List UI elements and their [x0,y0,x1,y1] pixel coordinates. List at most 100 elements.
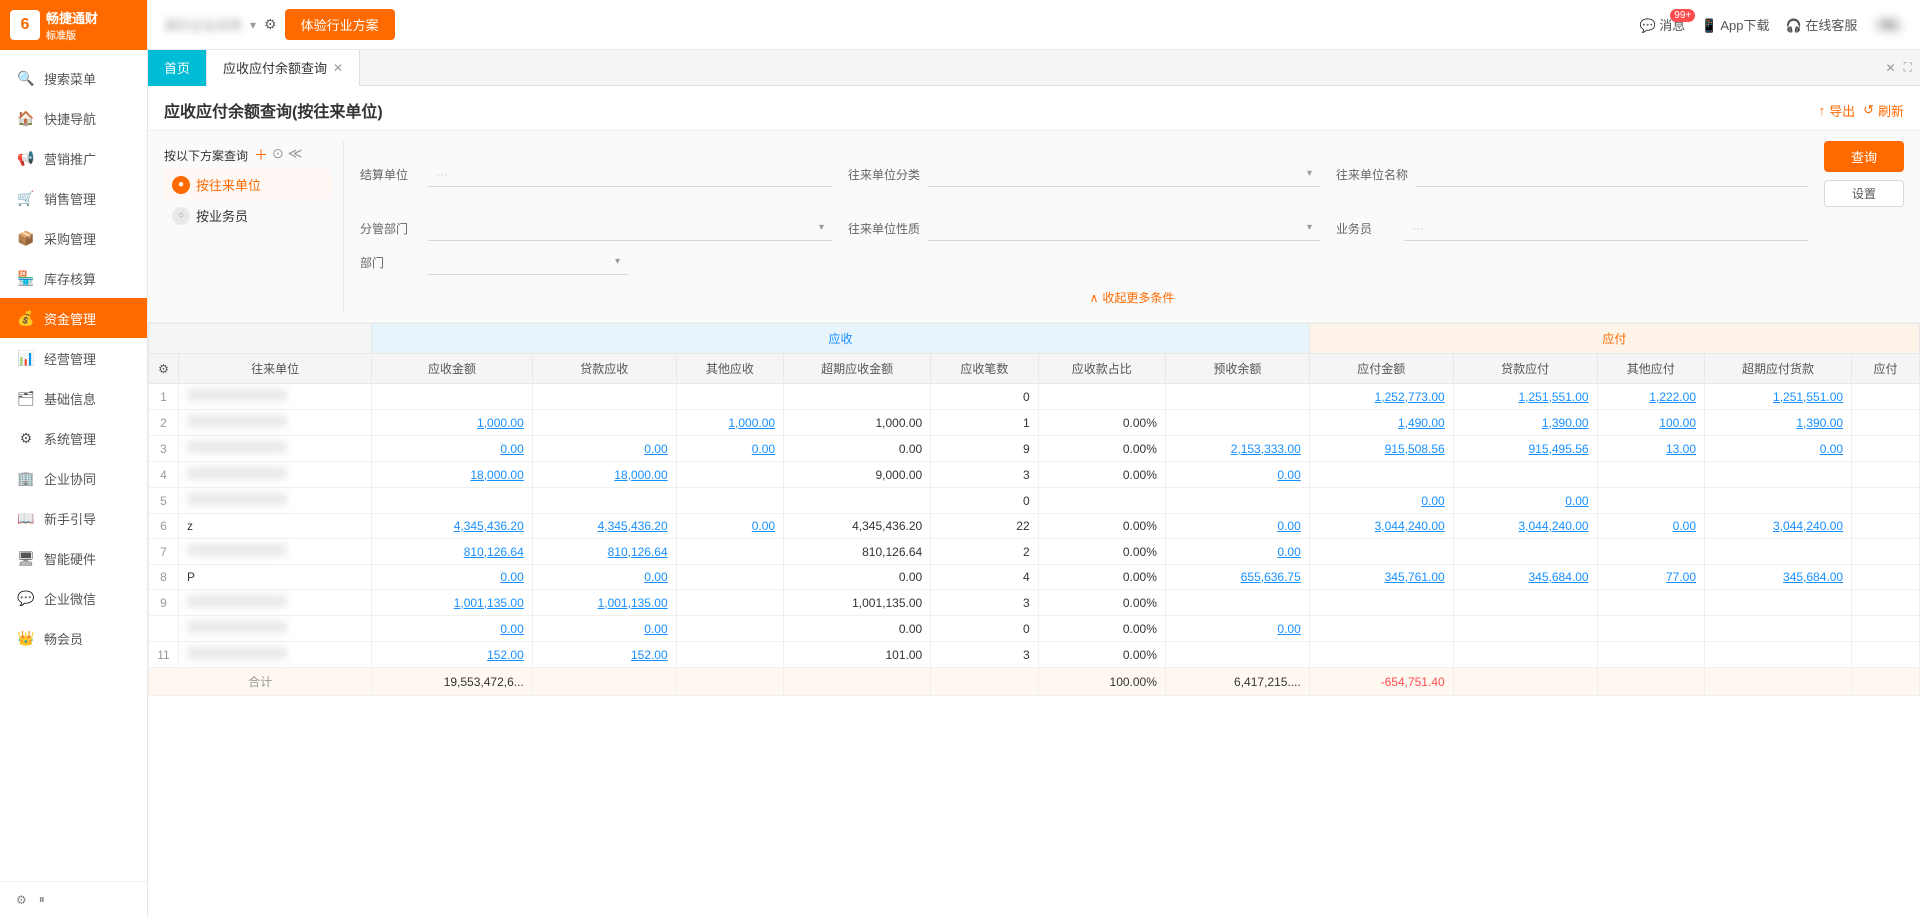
sidebar-item-inventory[interactable]: 🏪 库存核算 [0,258,147,298]
table-cell[interactable]: 0.00 [372,616,532,642]
table-cell[interactable]: 0.00 [1705,436,1852,462]
setting-btn[interactable]: 设置 [1824,180,1904,207]
table-cell[interactable]: 18,000.00 [372,462,532,488]
tab-ar-ap[interactable]: 应收应付余额查询 ✕ [207,50,360,86]
collapse-scheme-icon[interactable]: ≪ [288,145,303,165]
unit-name-input[interactable] [1416,161,1808,187]
dept-select[interactable]: ▾ [428,249,628,275]
sidebar-item-sales[interactable]: 🛒 销售管理 [0,178,147,218]
sidebar-item-finance[interactable]: 💰 资金管理 [0,298,147,338]
query-btn[interactable]: 查询 [1824,141,1904,172]
table-cell[interactable]: 0.00 [532,436,676,462]
message-badge[interactable]: 💬 消息 99+ [1639,15,1685,34]
table-cell[interactable]: 1,001,135.00 [372,590,532,616]
table-cell[interactable] [1453,462,1597,488]
table-cell[interactable] [1309,590,1453,616]
table-cell[interactable]: 1,251,551.00 [1705,384,1852,410]
export-btn[interactable]: ↑ 导出 [1819,101,1856,120]
trial-btn[interactable]: 体验行业方案 [285,9,395,40]
table-cell[interactable] [1309,539,1453,565]
tab-expand-icon[interactable]: ⛶ [1904,60,1912,75]
tab-close-icon[interactable]: ✕ [333,61,343,75]
table-cell[interactable]: 4,345,436.20 [532,514,676,539]
table-cell[interactable]: 810,126.64 [532,539,676,565]
table-cell[interactable] [1705,539,1852,565]
table-cell[interactable]: 152.00 [372,642,532,668]
table-cell[interactable]: 915,495.56 [1453,436,1597,462]
gear-icon[interactable]: ⚙ [158,362,169,376]
sidebar-item-marketing[interactable]: 📢 营销推广 [0,138,147,178]
table-cell[interactable] [532,410,676,436]
table-cell[interactable]: 3,044,240.00 [1453,514,1597,539]
sidebar-item-system[interactable]: ⚙ 系统管理 [0,418,147,458]
table-cell[interactable]: 345,761.00 [1309,565,1453,590]
table-cell[interactable]: 100.00 [1597,410,1704,436]
table-cell[interactable]: 0.00 [1309,488,1453,514]
table-cell[interactable] [676,539,783,565]
table-cell[interactable]: 1,390.00 [1453,410,1597,436]
table-cell[interactable]: 0.00 [1453,488,1597,514]
table-cell[interactable]: 915,508.56 [1309,436,1453,462]
unit-category-select[interactable]: ▾ [928,161,1320,187]
dropdown-arrow-icon[interactable]: ▾ [250,18,256,32]
table-cell[interactable]: 1,001,135.00 [532,590,676,616]
salesman-input[interactable]: ··· [1404,215,1808,241]
table-cell[interactable]: 345,684.00 [1453,565,1597,590]
table-cell[interactable] [1309,462,1453,488]
table-cell[interactable]: 0.00 [1165,462,1309,488]
sidebar-item-basic[interactable]: 🗂 基础信息 [0,378,147,418]
table-cell[interactable]: 345,684.00 [1705,565,1852,590]
settings-header-icon[interactable]: ⚙ [264,16,277,33]
sidebar-item-operation[interactable]: 📊 经营管理 [0,338,147,378]
table-cell[interactable]: 2,153,333.00 [1165,436,1309,462]
table-cell[interactable]: 152.00 [532,642,676,668]
table-cell[interactable]: 1,000.00 [372,410,532,436]
tab-home[interactable]: 首页 [148,50,207,86]
table-cell[interactable]: 0.00 [676,436,783,462]
table-cell[interactable] [1597,590,1704,616]
table-cell[interactable] [372,384,532,410]
settings-bottom-icon[interactable]: ⚙ [16,893,27,907]
table-cell[interactable]: 0.00 [676,514,783,539]
table-cell[interactable]: 77.00 [1597,565,1704,590]
filter-collapse-btn[interactable]: ∧ 收起更多条件 [360,283,1904,312]
table-cell[interactable]: 0.00 [1165,616,1309,642]
filter-option-by-unit[interactable]: ● 按往来单位 [164,169,331,200]
table-cell[interactable] [1453,642,1597,668]
table-cell[interactable] [676,565,783,590]
table-cell[interactable]: 1,252,773.00 [1309,384,1453,410]
table-cell[interactable]: 3,044,240.00 [1705,514,1852,539]
table-cell[interactable]: 3,044,240.00 [1309,514,1453,539]
app-download[interactable]: 📱 App下载 [1701,15,1769,34]
table-cell[interactable] [676,488,783,514]
table-cell[interactable]: 1,251,551.00 [1453,384,1597,410]
table-cell[interactable]: 810,126.64 [372,539,532,565]
user-avatar[interactable]: Rit [1873,17,1904,32]
table-cell[interactable] [1165,384,1309,410]
table-cell[interactable]: 655,636.75 [1165,565,1309,590]
table-cell[interactable] [532,488,676,514]
tab-close-window-icon[interactable]: ✕ [1886,61,1896,75]
pause-icon[interactable]: ⏸ [39,892,45,907]
table-cell[interactable]: 0.00 [372,436,532,462]
table-cell[interactable]: 18,000.00 [532,462,676,488]
table-cell[interactable] [1705,462,1852,488]
table-cell[interactable] [1309,642,1453,668]
table-cell[interactable] [1705,642,1852,668]
online-service[interactable]: 🎧 在线客服 [1786,15,1858,34]
table-cell[interactable] [676,642,783,668]
table-cell[interactable]: 4,345,436.20 [372,514,532,539]
table-container[interactable]: 应收 应付 ⚙ 往来单位 应收金额 贷款应收 其他应收 超期应收金额 应收笔数 … [148,323,1920,917]
table-cell[interactable]: 1,390.00 [1705,410,1852,436]
table-cell[interactable]: 0.00 [532,616,676,642]
sidebar-item-quicknav[interactable]: 🏠 快捷导航 [0,98,147,138]
table-cell[interactable] [1597,616,1704,642]
table-cell[interactable] [676,462,783,488]
table-cell[interactable]: 0.00 [532,565,676,590]
table-cell[interactable] [532,384,676,410]
th-settings[interactable]: ⚙ [149,354,179,384]
dept-manage-select[interactable]: ▾ [428,215,832,241]
table-cell[interactable]: 1,490.00 [1309,410,1453,436]
table-cell[interactable] [1705,488,1852,514]
table-cell[interactable]: 0.00 [1165,539,1309,565]
